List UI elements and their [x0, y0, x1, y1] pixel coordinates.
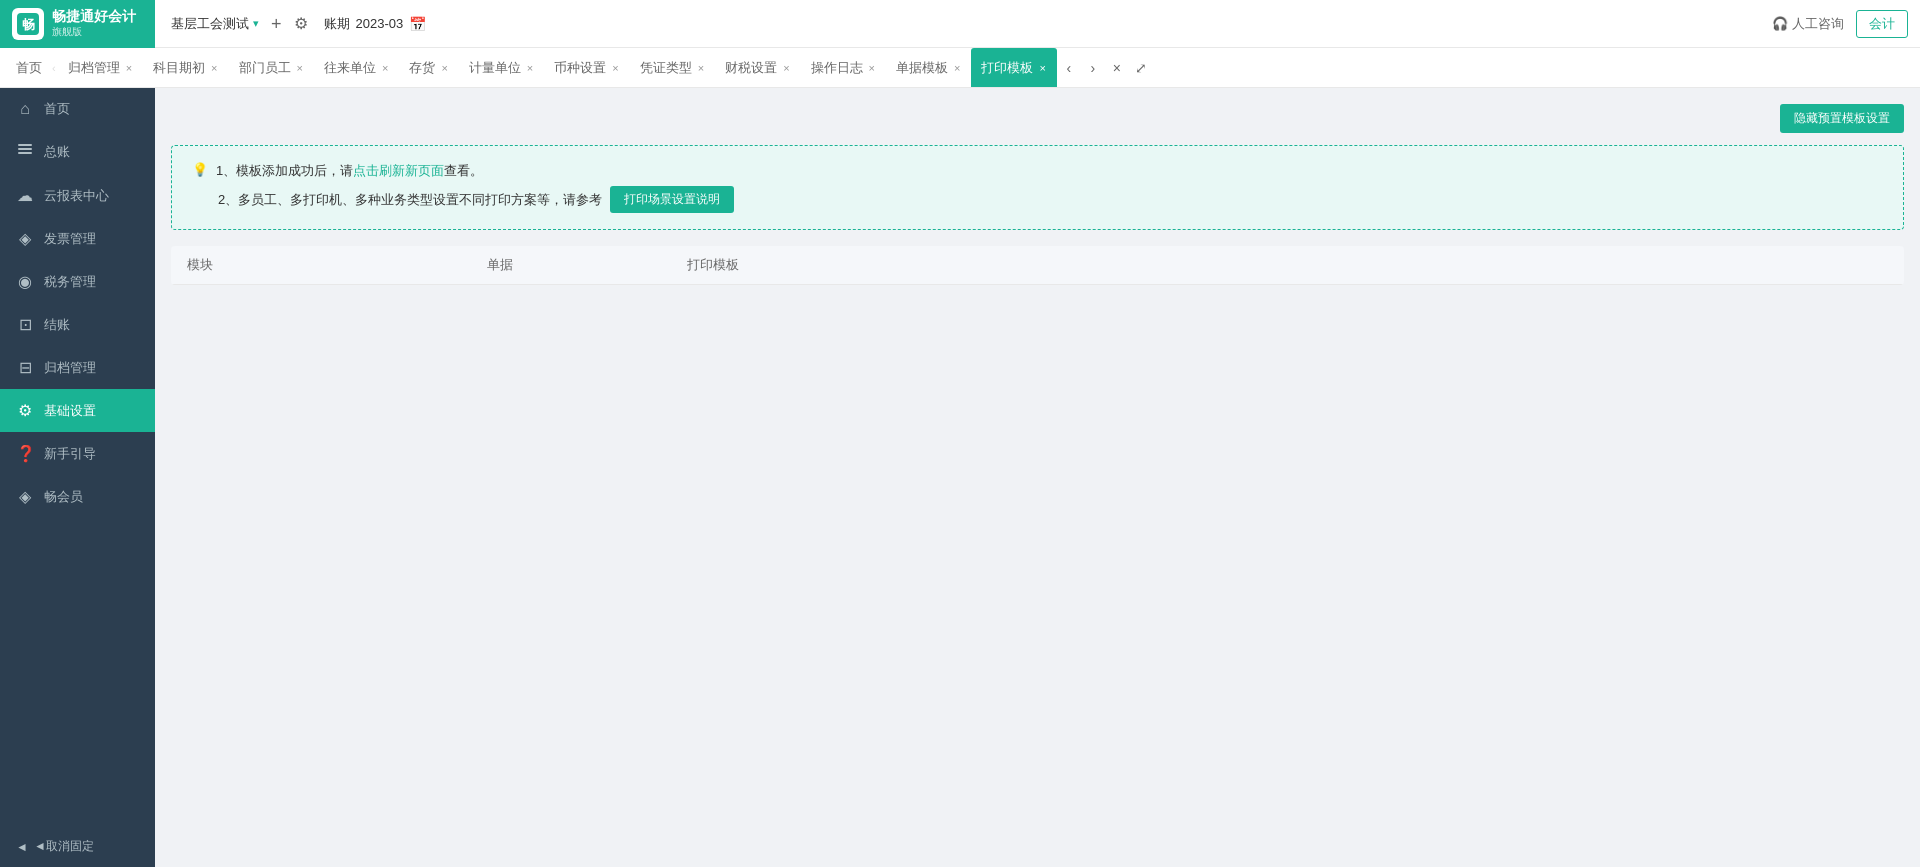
period-info: 账期 2023-03 📅	[324, 15, 427, 33]
logo-icon: 畅	[12, 8, 44, 40]
tab-close-icon[interactable]: ×	[869, 62, 875, 74]
sidebar-item-archive[interactable]: ⊟ 归档管理	[0, 346, 155, 389]
member-icon: ◈	[16, 487, 34, 506]
sidebar-item-member[interactable]: ◈ 畅会员	[0, 475, 155, 518]
headphone-icon: 🎧	[1772, 16, 1788, 31]
tax-icon: ◉	[16, 272, 34, 291]
settings-icon: ⚙	[16, 401, 34, 420]
tab-caozuo-rizhi[interactable]: 操作日志 ×	[801, 48, 886, 88]
tab-separator: ‹	[52, 62, 56, 74]
col-module-header: 模块	[187, 256, 487, 274]
svg-text:畅: 畅	[22, 17, 35, 32]
company-name: 基层工会测试	[171, 15, 249, 33]
kuaiji-button[interactable]: 会计	[1856, 10, 1908, 38]
archive-icon: ⊟	[16, 358, 34, 377]
cloud-icon: ☁	[16, 186, 34, 205]
sidebar-item-home[interactable]: ⌂ 首页	[0, 88, 155, 130]
tab-dayin-moban[interactable]: 打印模板 ×	[971, 48, 1056, 88]
tab-next-icon[interactable]: ›	[1081, 56, 1105, 80]
sidebar-item-label: 基础设置	[44, 402, 96, 420]
sidebar-item-label: 云报表中心	[44, 187, 109, 205]
tab-danjv-moban[interactable]: 单据模板 ×	[886, 48, 971, 88]
tab-prev-icon[interactable]: ‹	[1057, 56, 1081, 80]
tab-close-icon[interactable]: ×	[698, 62, 704, 74]
tab-close-icon[interactable]: ×	[527, 62, 533, 74]
service-button[interactable]: 🎧 人工咨询	[1772, 15, 1844, 33]
sidebar-item-invoice[interactable]: ◈ 发票管理	[0, 217, 155, 260]
tab-close-icon[interactable]: ×	[441, 62, 447, 74]
content-area: 隐藏预置模板设置 💡 1、模板添加成功后，请点击刷新新页面查看。 2、多员工、多…	[155, 88, 1920, 867]
tab-close-icon[interactable]: ×	[954, 62, 960, 74]
sidebar-item-label: 总账	[44, 143, 70, 161]
tab-caishui-shezhi[interactable]: 财税设置 ×	[715, 48, 800, 88]
print-scene-button[interactable]: 打印场景设置说明	[610, 186, 734, 213]
tab-pingzheng-leixing[interactable]: 凭证类型 ×	[630, 48, 715, 88]
calendar-icon[interactable]: 📅	[409, 16, 426, 32]
tab-home[interactable]: 首页	[8, 48, 50, 88]
tab-cunhuo[interactable]: 存货 ×	[399, 48, 458, 88]
tab-bumen-yuangong[interactable]: 部门员工 ×	[229, 48, 314, 88]
tab-jiliang-danwei[interactable]: 计量单位 ×	[459, 48, 544, 88]
info-line2: 2、多员工、多打印机、多种业务类型设置不同打印方案等，请参考	[218, 191, 602, 209]
unpin-icon: ◄	[16, 840, 28, 854]
sidebar-unpin[interactable]: ◄ ◄取消固定	[0, 826, 155, 867]
hide-template-button[interactable]: 隐藏预置模板设置	[1780, 104, 1904, 133]
tab-close-all-icon[interactable]: ×	[1105, 56, 1129, 80]
tab-close-icon[interactable]: ×	[382, 62, 388, 74]
table-header: 模块 单据 打印模板	[171, 246, 1904, 285]
svg-rect-3	[18, 148, 32, 150]
tab-wanglai-danwei[interactable]: 往来单位 ×	[314, 48, 399, 88]
sidebar-item-guide[interactable]: ❓ 新手引导	[0, 432, 155, 475]
sidebar-item-tax[interactable]: ◉ 税务管理	[0, 260, 155, 303]
sidebar-item-label: 税务管理	[44, 273, 96, 291]
ledger-icon	[16, 142, 34, 162]
tab-close-icon[interactable]: ×	[1039, 62, 1045, 74]
sidebar-item-zongjv[interactable]: 总账	[0, 130, 155, 174]
tab-kemu-qichu[interactable]: 科目期初 ×	[143, 48, 228, 88]
add-button[interactable]: +	[271, 15, 282, 33]
tab-expand-icon[interactable]: ⤢	[1129, 56, 1153, 80]
logo: 畅 畅捷通好会计 旗舰版	[0, 0, 155, 48]
tab-close-icon[interactable]: ×	[211, 62, 217, 74]
tab-close-icon[interactable]: ×	[297, 62, 303, 74]
refresh-link[interactable]: 点击刷新新页面	[353, 163, 444, 178]
settings-icon[interactable]: ⚙	[294, 14, 308, 33]
info-box: 💡 1、模板添加成功后，请点击刷新新页面查看。 2、多员工、多打印机、多种业务类…	[171, 145, 1904, 230]
col-doc-header: 单据	[487, 256, 687, 274]
company-selector[interactable]: 基层工会测试 ▾	[171, 15, 259, 33]
tab-close-icon[interactable]: ×	[612, 62, 618, 74]
logo-text: 畅捷通好会计 旗舰版	[52, 8, 136, 39]
tab-close-icon[interactable]: ×	[783, 62, 789, 74]
svg-rect-2	[18, 144, 32, 146]
data-table: 模块 单据 打印模板	[171, 246, 1904, 285]
sidebar: ⌂ 首页 总账 ☁ 云报表中心 ◈ 发票管理 ◉ 税务管理 ⊡	[0, 88, 155, 867]
sidebar-item-label: 发票管理	[44, 230, 96, 248]
svg-rect-4	[18, 152, 32, 154]
sidebar-item-label: 结账	[44, 316, 70, 334]
sidebar-item-label: 首页	[44, 100, 70, 118]
guide-icon: ❓	[16, 444, 34, 463]
bulb-icon: 💡	[192, 162, 208, 177]
tab-close-icon[interactable]: ×	[126, 62, 132, 74]
checkout-icon: ⊡	[16, 315, 34, 334]
sidebar-item-cloud-report[interactable]: ☁ 云报表中心	[0, 174, 155, 217]
info-line1: 1、模板添加成功后，请点击刷新新页面查看。	[216, 162, 483, 180]
col-template-header: 打印模板	[687, 256, 1888, 274]
home-icon: ⌂	[16, 100, 34, 118]
tab-bizhong-shezhi[interactable]: 币种设置 ×	[544, 48, 629, 88]
sidebar-item-label: 归档管理	[44, 359, 96, 377]
sidebar-item-label: 畅会员	[44, 488, 83, 506]
tab-bar: 首页 ‹ 归档管理 × 科目期初 × 部门员工 × 往来单位 × 存货 × 计量…	[0, 48, 1920, 88]
sidebar-item-label: 新手引导	[44, 445, 96, 463]
chevron-down-icon: ▾	[253, 17, 259, 30]
invoice-icon: ◈	[16, 229, 34, 248]
sidebar-item-basic-settings[interactable]: ⚙ 基础设置	[0, 389, 155, 432]
tab-gudang-guanli[interactable]: 归档管理 ×	[58, 48, 143, 88]
sidebar-item-checkout[interactable]: ⊡ 结账	[0, 303, 155, 346]
